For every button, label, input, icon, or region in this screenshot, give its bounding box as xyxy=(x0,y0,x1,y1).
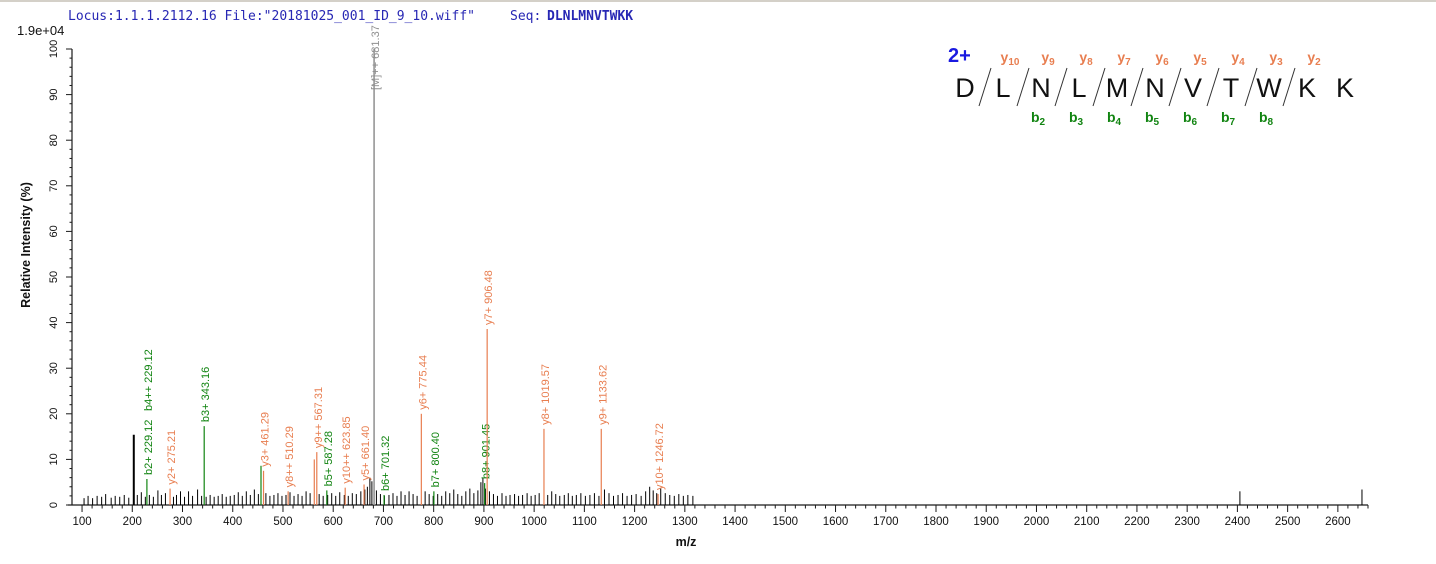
spectrum-plot: 0 10 20 30 40 50 60 70 80 90 100 100 200 300 400 500 600… xyxy=(0,2,1436,564)
x-tick-label: 1100 xyxy=(572,516,597,528)
y-ion-mark: y4 xyxy=(1231,49,1245,68)
y-tick-label: 20 xyxy=(48,408,60,420)
x-tick-label: 2100 xyxy=(1074,516,1100,528)
x-tick-label: 900 xyxy=(474,516,493,528)
x-tick-label: 1500 xyxy=(773,516,799,528)
y-tick-label: 10 xyxy=(48,453,60,465)
fragmentation-slash xyxy=(1169,68,1181,106)
fragment-label: y5+ 661.40 xyxy=(360,426,372,481)
y-ion-mark: y7 xyxy=(1117,49,1131,68)
b-ion-mark: b5 xyxy=(1145,109,1160,128)
b-ion-mark: b6 xyxy=(1183,109,1198,128)
fragmentation-slash xyxy=(1207,68,1219,106)
residue-letter: N xyxy=(1145,73,1165,103)
y-ion-mark: y10 xyxy=(1001,49,1020,68)
fragment-label: b7+ 800.40 xyxy=(430,432,442,487)
x-tick-label: 2400 xyxy=(1225,516,1251,528)
residue-letter: K xyxy=(1336,73,1354,103)
x-tick-label: 200 xyxy=(123,516,142,528)
y-tick-label: 90 xyxy=(48,88,60,100)
fragmentation-slash xyxy=(1093,68,1105,106)
residue-letter: D xyxy=(955,73,975,103)
x-tick-label: 2300 xyxy=(1174,516,1200,528)
x-tick-label: 100 xyxy=(72,516,91,528)
x-tick-label: 1200 xyxy=(622,516,648,528)
fragmentation-slash xyxy=(979,68,991,106)
fragmentation-slash xyxy=(1017,68,1029,106)
y-ion-mark: y8 xyxy=(1079,49,1093,68)
y-tick-label: 70 xyxy=(48,180,60,192)
fragmentation-slash xyxy=(1131,68,1143,106)
x-tick-label: 1300 xyxy=(672,516,698,528)
residue-letter: T xyxy=(1223,73,1240,103)
x-tick-label: 1700 xyxy=(873,516,899,528)
b-ion-mark: b4 xyxy=(1107,109,1122,128)
residue-letter: L xyxy=(995,73,1010,103)
residue-letter: N xyxy=(1031,73,1051,103)
fragment-label: b4++ 229.12 xyxy=(143,349,155,411)
x-tick-label: 700 xyxy=(374,516,393,528)
x-tick-label: 2200 xyxy=(1124,516,1150,528)
y-ion-mark: y9 xyxy=(1041,49,1055,68)
fragment-label: y10+ 1246.72 xyxy=(654,423,666,490)
precursor-label: [M]++ 681.37 xyxy=(370,25,382,90)
y-tick-label: 60 xyxy=(48,225,60,237)
y-tick-label: 40 xyxy=(48,316,60,328)
b-ion-mark: b2 xyxy=(1031,109,1046,128)
fragmentation-slash xyxy=(1283,68,1295,106)
x-tick-label: 2500 xyxy=(1275,516,1301,528)
fragment-label: b6+ 701.32 xyxy=(380,436,392,491)
y-ion-mark: y2 xyxy=(1307,49,1321,68)
fragment-label: b3+ 343.16 xyxy=(200,367,212,422)
y-tick-label: 50 xyxy=(48,271,60,283)
b-ion-mark: b3 xyxy=(1069,109,1084,128)
fragment-label: b2+ 229.12 xyxy=(143,420,155,475)
residue-letter: V xyxy=(1184,73,1202,103)
x-tick-label: 300 xyxy=(173,516,192,528)
x-tick-label: 1800 xyxy=(923,516,949,528)
fragment-label: y9+ 1133.62 xyxy=(597,365,609,425)
residue-letter: M xyxy=(1106,73,1129,103)
x-tick-label: 500 xyxy=(273,516,292,528)
fragment-label: y6+ 775.44 xyxy=(417,355,429,410)
fragment-label: y10++ 623.85 xyxy=(341,416,353,483)
y-tick-label: 80 xyxy=(48,134,60,146)
fragmentation-slash xyxy=(1245,68,1257,106)
x-tick-label: 1000 xyxy=(521,516,547,528)
residue-letter: K xyxy=(1298,73,1316,103)
x-tick-label: 2000 xyxy=(1024,516,1050,528)
fragment-label: b5+ 587.28 xyxy=(323,431,335,486)
y-ion-mark: y3 xyxy=(1269,49,1283,68)
fragment-label: y8+ 1019.57 xyxy=(540,364,552,425)
x-tick-label: 1400 xyxy=(722,516,748,528)
y-ion-mark: y6 xyxy=(1155,49,1169,68)
x-tick-label: 2600 xyxy=(1325,516,1351,528)
y-tick-label: 100 xyxy=(48,40,60,58)
fragment-label: y2+ 275.21 xyxy=(166,430,178,485)
y-tick-label: 0 xyxy=(48,502,60,508)
fragment-label: y8++ 510.29 xyxy=(284,426,296,487)
spectrum-viewer: Locus:1.1.1.2112.16 File:"20181025_001_I… xyxy=(0,0,1436,564)
fragment-label: y3+ 461.29 xyxy=(260,412,272,467)
residue-letter: W xyxy=(1256,73,1282,103)
charge-state-label: 2+ xyxy=(948,45,971,67)
fragment-label: y7+ 906.48 xyxy=(483,270,495,325)
x-tick-label: 1900 xyxy=(973,516,999,528)
y-ion-mark: y5 xyxy=(1193,49,1207,68)
fragmentation-slash xyxy=(1055,68,1067,106)
residue-letter: L xyxy=(1071,73,1086,103)
x-tick-label: 600 xyxy=(324,516,343,528)
x-tick-label: 1600 xyxy=(823,516,849,528)
b-ion-mark: b7 xyxy=(1221,109,1236,128)
x-tick-label: 800 xyxy=(424,516,443,528)
x-tick-label: 400 xyxy=(223,516,242,528)
y-tick-label: 30 xyxy=(48,362,60,374)
b-ion-mark: b8 xyxy=(1259,109,1274,128)
